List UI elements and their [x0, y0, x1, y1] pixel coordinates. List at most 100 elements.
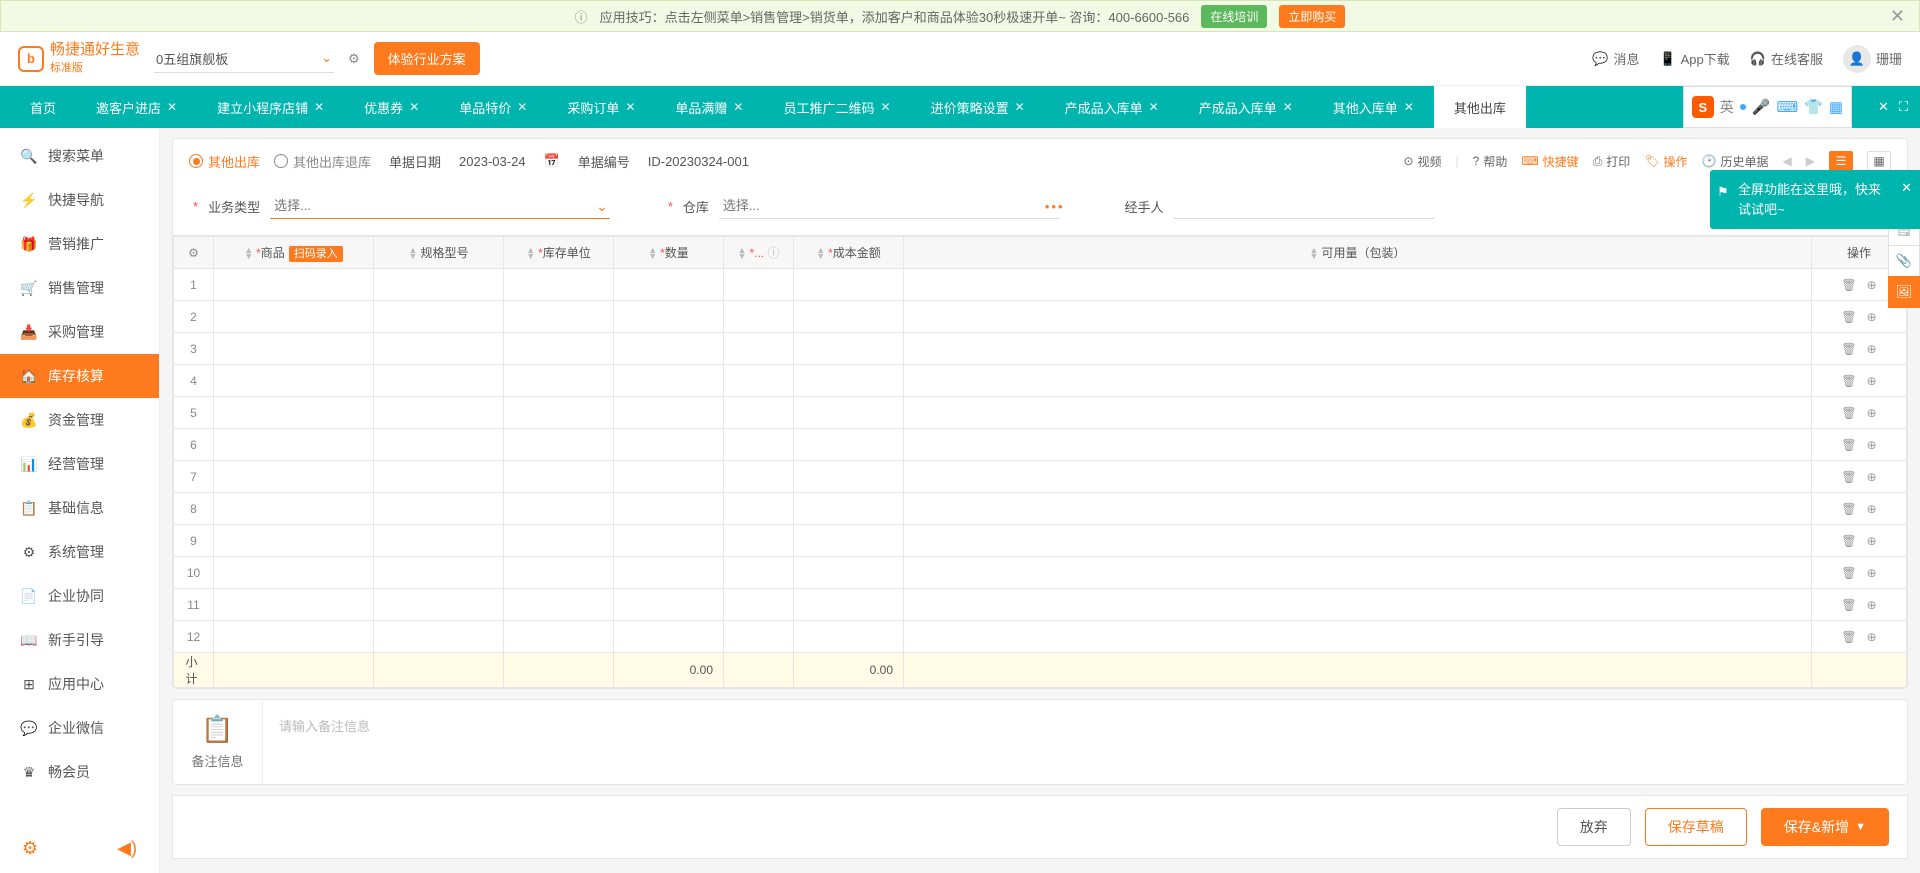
copy-row-icon[interactable]: ⊕	[1867, 374, 1877, 388]
sidebar-item-purchase[interactable]: 📥采购管理	[0, 310, 159, 354]
tab-special[interactable]: 单品特价✕	[439, 86, 547, 128]
operate-button[interactable]: 🏷操作	[1644, 153, 1687, 170]
table-row[interactable]: 1🗑⊕	[174, 269, 1907, 301]
delete-row-icon[interactable]: 🗑	[1841, 598, 1856, 612]
more-icon[interactable]: •••	[1045, 199, 1065, 214]
table-row[interactable]: 7🗑⊕	[174, 461, 1907, 493]
chevron-down-icon[interactable]: ⌄	[596, 198, 608, 215]
tab-in1[interactable]: 产成品入库单✕	[1045, 86, 1179, 128]
table-row[interactable]: 2🗑⊕	[174, 301, 1907, 333]
tab-price[interactable]: 进价策略设置✕	[911, 86, 1045, 128]
copy-row-icon[interactable]: ⊕	[1867, 470, 1877, 484]
close-tip-icon[interactable]: ✕	[1890, 6, 1905, 27]
tab-in2[interactable]: 产成品入库单✕	[1179, 86, 1313, 128]
keyboard-icon[interactable]: ⌨	[1776, 98, 1798, 116]
app-download-link[interactable]: 📱App下载	[1659, 49, 1729, 68]
copy-row-icon[interactable]: ⊕	[1867, 278, 1877, 292]
messages-link[interactable]: 💬消息	[1592, 49, 1639, 68]
train-button[interactable]: 在线培训	[1201, 5, 1267, 28]
calendar-icon[interactable]: 📅	[544, 153, 560, 169]
copy-row-icon[interactable]: ⊕	[1867, 342, 1877, 356]
table-row[interactable]: 8🗑⊕	[174, 493, 1907, 525]
table-row[interactable]: 5🗑⊕	[174, 397, 1907, 429]
sidebar-item-member[interactable]: ♛畅会员	[0, 750, 159, 794]
tab-qrcode[interactable]: 员工推广二维码✕	[763, 86, 910, 128]
copy-row-icon[interactable]: ⊕	[1867, 310, 1877, 324]
copy-row-icon[interactable]: ⊕	[1867, 566, 1877, 580]
settings-icon[interactable]: ⚙	[22, 838, 38, 859]
sidebar-item-base[interactable]: 📋基础信息	[0, 486, 159, 530]
close-icon[interactable]: ✕	[314, 100, 324, 114]
sidebar-item-guide[interactable]: 📖新手引导	[0, 618, 159, 662]
delete-row-icon[interactable]: 🗑	[1841, 406, 1856, 420]
print-button[interactable]: ⎙打印	[1593, 153, 1631, 170]
table-row[interactable]: 4🗑⊕	[174, 365, 1907, 397]
close-icon[interactable]: ✕	[409, 100, 419, 114]
discard-button[interactable]: 放弃	[1557, 808, 1631, 846]
copy-row-icon[interactable]: ⊕	[1867, 502, 1877, 516]
sidebar-item-search[interactable]: 🔍搜索菜单	[0, 134, 159, 178]
copy-row-icon[interactable]: ⊕	[1867, 598, 1877, 612]
close-icon[interactable]: ✕	[517, 100, 527, 114]
close-icon[interactable]: ✕	[1149, 100, 1159, 114]
delete-row-icon[interactable]: 🗑	[1841, 470, 1856, 484]
close-icon[interactable]: ✕	[881, 100, 891, 114]
sidebar-item-sales[interactable]: 🛒销售管理	[0, 266, 159, 310]
table-row[interactable]: 9🗑⊕	[174, 525, 1907, 557]
warehouse-input[interactable]	[719, 193, 1059, 219]
tab-coupon[interactable]: 优惠券✕	[344, 86, 439, 128]
shirt-icon[interactable]: 👕	[1804, 98, 1823, 116]
radio-return[interactable]: 其他出库退库	[274, 152, 371, 171]
sidebar-item-funds[interactable]: 💰资金管理	[0, 398, 159, 442]
user-menu[interactable]: 👤珊珊	[1843, 45, 1902, 73]
sidebar-item-operation[interactable]: 📊经营管理	[0, 442, 159, 486]
delete-row-icon[interactable]: 🗑	[1841, 374, 1856, 388]
save-add-button[interactable]: 保存&新增▼	[1761, 808, 1889, 846]
prev-icon[interactable]: ◀	[1783, 154, 1792, 168]
copy-row-icon[interactable]: ⊕	[1867, 630, 1877, 644]
collapse-icon[interactable]: ◀)	[117, 838, 137, 859]
copy-row-icon[interactable]: ⊕	[1867, 438, 1877, 452]
tab-gift[interactable]: 单品满赠✕	[655, 86, 763, 128]
copy-row-icon[interactable]: ⊕	[1867, 406, 1877, 420]
attach-tool-icon[interactable]: 📎	[1888, 245, 1920, 277]
history-button[interactable]: 🕑历史单据	[1702, 153, 1769, 170]
grid-icon[interactable]: ▦	[1829, 98, 1843, 116]
support-link[interactable]: 🎧在线客服	[1750, 49, 1823, 68]
radio-out[interactable]: 其他出库	[189, 152, 260, 171]
scan-tag[interactable]: 扫码录入	[289, 246, 343, 262]
sidebar-item-quick[interactable]: ⚡快捷导航	[0, 178, 159, 222]
tab-otherout[interactable]: 其他出库	[1434, 86, 1526, 128]
buy-button[interactable]: 立即购买	[1279, 5, 1345, 28]
close-tooltip-icon[interactable]: ✕	[1901, 178, 1912, 198]
delete-row-icon[interactable]: 🗑	[1841, 438, 1856, 452]
table-row[interactable]: 10🗑⊕	[174, 557, 1907, 589]
list-view-button[interactable]: ☰	[1829, 151, 1853, 171]
save-draft-button[interactable]: 保存草稿	[1645, 808, 1747, 846]
sidebar-item-apps[interactable]: ⊞应用中心	[0, 662, 159, 706]
close-icon[interactable]: ✕	[1283, 100, 1293, 114]
sidebar-item-marketing[interactable]: 🎁营销推广	[0, 222, 159, 266]
next-icon[interactable]: ▶	[1806, 154, 1815, 168]
delete-row-icon[interactable]: 🗑	[1841, 342, 1856, 356]
fullscreen-icon[interactable]: ⛶	[1895, 95, 1912, 119]
tab-invite[interactable]: 邀客户进店✕	[76, 86, 197, 128]
help-button[interactable]: ?帮助	[1473, 153, 1508, 170]
table-row[interactable]: 6🗑⊕	[174, 429, 1907, 461]
handler-input[interactable]	[1174, 193, 1434, 219]
tab-home[interactable]: 首页	[10, 86, 76, 128]
card-view-button[interactable]: ▦	[1867, 151, 1891, 171]
date-value[interactable]: 2023-03-24	[459, 154, 526, 169]
industry-button[interactable]: 体验行业方案	[374, 42, 480, 75]
tab-purchase[interactable]: 采购订单✕	[547, 86, 655, 128]
delete-row-icon[interactable]: 🗑	[1841, 534, 1856, 548]
table-row[interactable]: 11🗑⊕	[174, 589, 1907, 621]
org-select[interactable]: 0五组旗舰板 ⌄	[154, 45, 334, 73]
sidebar-item-system[interactable]: ⚙系统管理	[0, 530, 159, 574]
close-icon[interactable]: ✕	[625, 100, 635, 114]
close-icon[interactable]: ✕	[1404, 100, 1414, 114]
copy-row-icon[interactable]: ⊕	[1867, 534, 1877, 548]
close-icon[interactable]: ✕	[167, 100, 177, 114]
delete-row-icon[interactable]: 🗑	[1841, 630, 1856, 644]
sidebar-item-inventory[interactable]: 🏠库存核算	[0, 354, 159, 398]
